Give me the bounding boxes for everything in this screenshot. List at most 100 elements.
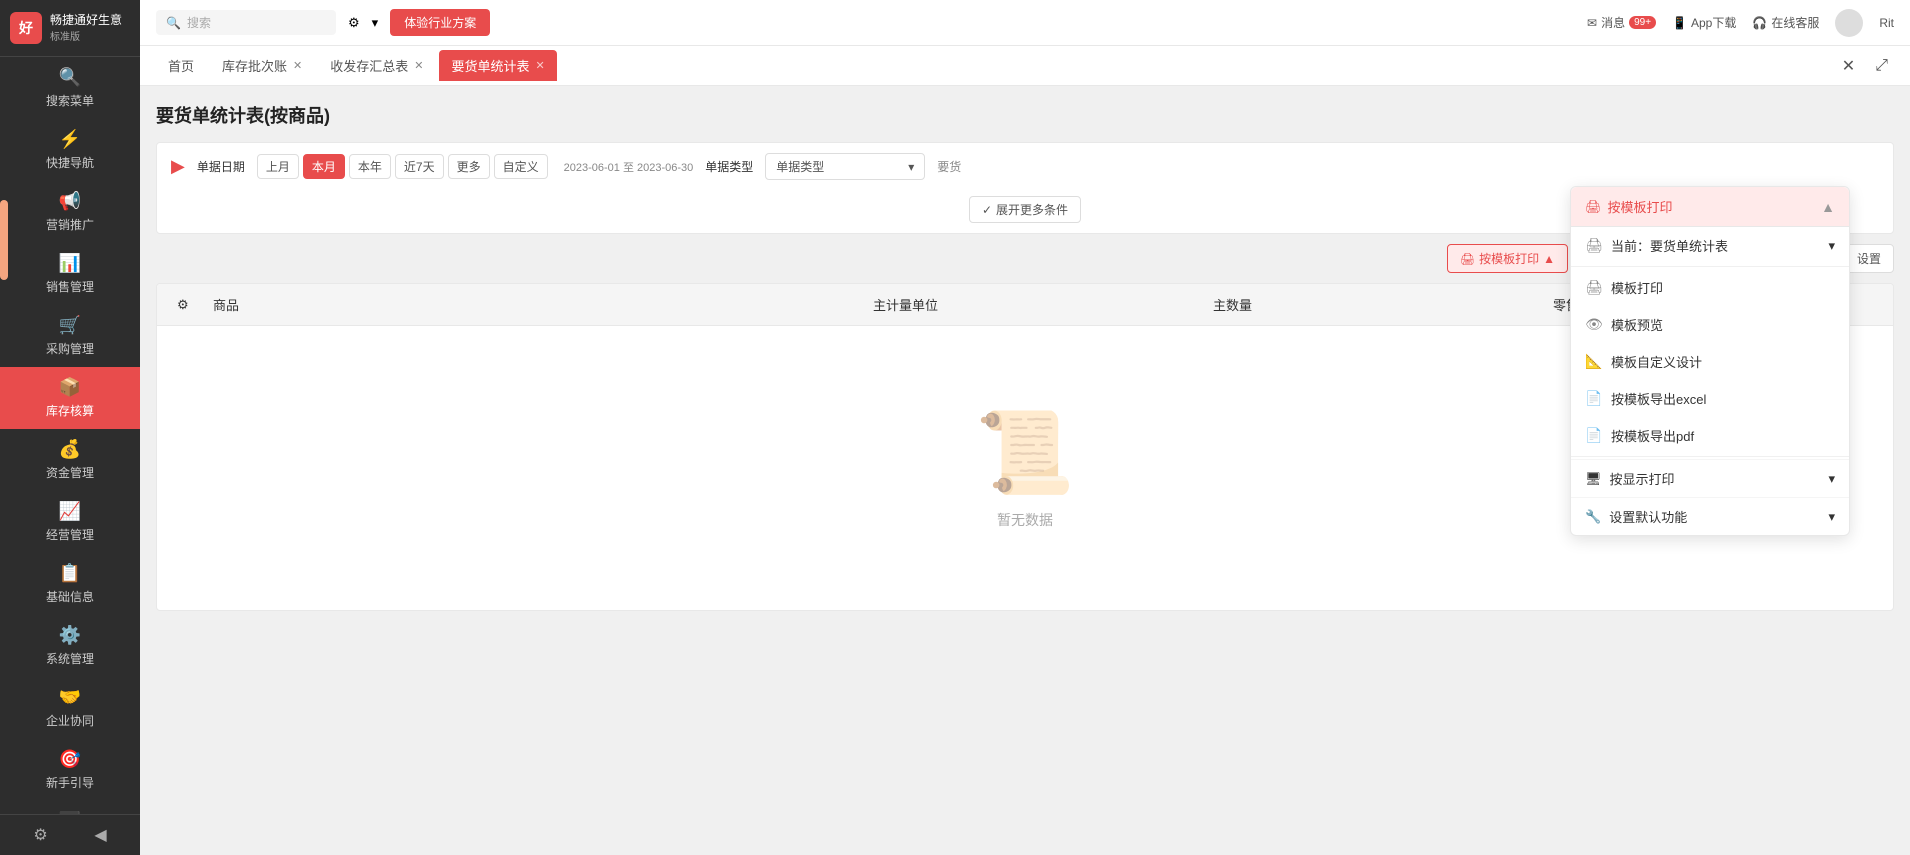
print-icon: 🖨 <box>1460 252 1475 266</box>
sidebar-item-label-finance: 资金管理 <box>46 464 94 481</box>
tab-label-order-stats: 要货单统计表 <box>451 56 529 75</box>
sidebar-item-marketing[interactable]: 📢营销推广 <box>0 181 140 243</box>
dropdown-item-template-preview[interactable]: 👁模板预览 <box>1571 306 1849 343</box>
empty-text: 暂无数据 <box>997 510 1053 530</box>
col-product: 商品 <box>203 295 863 314</box>
date-btn-更多[interactable]: 更多 <box>448 154 490 179</box>
expand-label: 展开更多条件 <box>996 201 1068 218</box>
shortcut-icon: ⚡ <box>59 129 81 150</box>
export-pdf-label: 按模板导出pdf <box>1611 426 1694 445</box>
date-btn-自定义[interactable]: 自定义 <box>494 154 548 179</box>
dropdown-item-template-print[interactable]: 🖨模板打印 <box>1571 269 1849 306</box>
app-badge: 标准版 <box>50 28 122 43</box>
divider-2 <box>1571 456 1849 457</box>
service-icon: 🎧 <box>1752 16 1767 30</box>
sidebar-item-label-inventory: 库存核算 <box>46 402 94 419</box>
trial-btn[interactable]: 体验行业方案 <box>390 9 490 36</box>
online-service-btn[interactable]: 🎧 在线客服 <box>1752 14 1819 31</box>
empty-icon: 📜 <box>975 406 1075 500</box>
expand-tab-btn[interactable]: ⤢ <box>1869 55 1894 77</box>
col-settings[interactable]: ⚙ <box>167 297 203 313</box>
template-design-icon: 📐 <box>1585 353 1603 370</box>
tab-collect-account[interactable]: 收发存汇总表 ✕ <box>318 50 435 81</box>
settings-icon[interactable]: ⚙ <box>348 15 360 31</box>
tab-close-batch-account[interactable]: ✕ <box>293 59 302 72</box>
sidebar-item-finance[interactable]: 💰资金管理 <box>0 429 140 491</box>
tab-order-stats[interactable]: 要货单统计表 ✕ <box>439 50 556 81</box>
logo-icon: 好 <box>10 12 42 44</box>
set-default-icon: 🔧 <box>1585 509 1601 525</box>
sidebar-item-shortcut[interactable]: ⚡快捷导航 <box>0 119 140 181</box>
tab-close-collect-account[interactable]: ✕ <box>414 59 423 72</box>
message-label: 消息 <box>1601 14 1625 31</box>
print-chevron: ▲ <box>1543 252 1555 266</box>
sidebar-item-purchase[interactable]: 🛒采购管理 <box>0 305 140 367</box>
dropdown-item-template-design[interactable]: 📐模板自定义设计 <box>1571 343 1849 380</box>
display-print-icon: 🖥 <box>1585 471 1602 487</box>
message-btn[interactable]: ✉ 消息 99+ <box>1587 14 1656 31</box>
sidebar-item-collab[interactable]: 🤝企业协同 <box>0 677 140 739</box>
tab-label-home: 首页 <box>168 56 194 75</box>
expand-more-btn[interactable]: ✓ 展开更多条件 <box>969 196 1081 223</box>
export-pdf-icon: 📄 <box>1585 427 1603 444</box>
user-avatar[interactable] <box>1835 9 1863 37</box>
dropdown-items: 🖨模板打印👁模板预览📐模板自定义设计📄按模板导出excel 📄 按模板导出pdf <box>1571 269 1849 454</box>
sidebar-item-label-operation: 经营管理 <box>46 526 94 543</box>
app-download-btn[interactable]: 📱 App下载 <box>1672 14 1736 31</box>
settings-footer-btn[interactable]: ⚙ <box>33 825 47 845</box>
display-print-chevron: ▾ <box>1828 471 1835 487</box>
sidebar-item-label-search: 搜索菜单 <box>46 92 94 109</box>
dropdown-collapse-btn[interactable]: ▲ <box>1821 199 1835 215</box>
date-btn-上月[interactable]: 上月 <box>257 154 299 179</box>
date-btn-近7天[interactable]: 近7天 <box>395 154 444 179</box>
tab-close-order-stats[interactable]: ✕ <box>536 59 545 72</box>
search-icon: 🔍 <box>59 67 81 88</box>
dropdown-title: 按模板打印 <box>1608 197 1673 216</box>
filter-expand-icon[interactable]: ▶ <box>171 156 185 177</box>
dropdown-current-item[interactable]: 🖨 当前：要货单统计表 ▾ <box>1571 227 1849 264</box>
date-btn-本年[interactable]: 本年 <box>349 154 391 179</box>
expand-icon: ✓ <box>982 203 992 217</box>
sidebar-item-label-guide: 新手引导 <box>46 774 94 791</box>
sidebar-item-operation[interactable]: 📈经营管理 <box>0 491 140 553</box>
tab-batch-account[interactable]: 库存批次账 ✕ <box>210 50 314 81</box>
sidebar-item-inventory[interactable]: 📦库存核算 <box>0 367 140 429</box>
collapse-footer-btn[interactable]: ◀ <box>94 825 106 845</box>
dropdown-item-export-excel[interactable]: 📄按模板导出excel <box>1571 380 1849 417</box>
message-icon: ✉ <box>1587 16 1597 30</box>
filter-row: ▶ 单据日期 上月本月本年近7天更多自定义 2023-06-01 至 2023-… <box>171 153 1879 180</box>
top-search[interactable]: 🔍 搜索 <box>156 10 336 35</box>
sidebar-item-system[interactable]: ⚙️系统管理 <box>0 615 140 677</box>
tab-label-collect-account: 收发存汇总表 <box>330 56 408 75</box>
type-select[interactable]: 单据类型 ▾ <box>765 153 925 180</box>
right-scrollbar-thumb[interactable] <box>0 200 8 280</box>
print-btn[interactable]: 🖨 按模板打印 ▲ <box>1447 244 1568 273</box>
page-title: 要货单统计表(按商品) <box>156 102 1894 128</box>
page-content: 要货单统计表(按商品) ▶ 单据日期 上月本月本年近7天更多自定义 2023-0… <box>140 86 1910 855</box>
sidebar-item-sales[interactable]: 📊销售管理 <box>0 243 140 305</box>
tab-home[interactable]: 首页 <box>156 50 206 81</box>
sidebar-item-apps[interactable]: 🔲应用中心 <box>0 801 140 814</box>
message-badge: 99+ <box>1629 16 1656 29</box>
sidebar-item-basic[interactable]: 📋基础信息 <box>0 553 140 615</box>
date-range-btns: 上月本月本年近7天更多自定义 <box>257 154 548 179</box>
sidebar-item-search[interactable]: 🔍 搜索菜单 <box>0 57 140 119</box>
dropdown-header-left: 🖨 按模板打印 <box>1585 197 1673 216</box>
settings-btn[interactable]: 设置 <box>1844 244 1894 273</box>
dropdown-item-export-pdf[interactable]: 📄 按模板导出pdf <box>1571 417 1849 454</box>
divider-1 <box>1571 266 1849 267</box>
dropdown-groups: 🖥按显示打印▾🔧设置默认功能▾ <box>1571 459 1849 535</box>
service-label: 在线客服 <box>1771 14 1819 31</box>
dropdown-arrow[interactable]: ▾ <box>372 15 379 31</box>
order-qty-label: 要货 <box>937 158 961 175</box>
dropdown-group-set-default[interactable]: 🔧设置默认功能▾ <box>1571 497 1849 535</box>
sales-icon: 📊 <box>59 253 81 274</box>
sidebar-item-label-basic: 基础信息 <box>46 588 94 605</box>
sidebar-item-guide[interactable]: 🎯新手引导 <box>0 739 140 801</box>
close-tab-btn[interactable]: ✕ <box>1836 54 1861 78</box>
dropdown-group-display-print[interactable]: 🖥按显示打印▾ <box>1571 459 1849 497</box>
date-range-text: 2023-06-01 至 2023-06-30 <box>564 159 694 175</box>
date-btn-本月[interactable]: 本月 <box>303 154 345 179</box>
tab-label-batch-account: 库存批次账 <box>222 56 287 75</box>
app-name: 畅捷通好生意 <box>50 13 122 29</box>
